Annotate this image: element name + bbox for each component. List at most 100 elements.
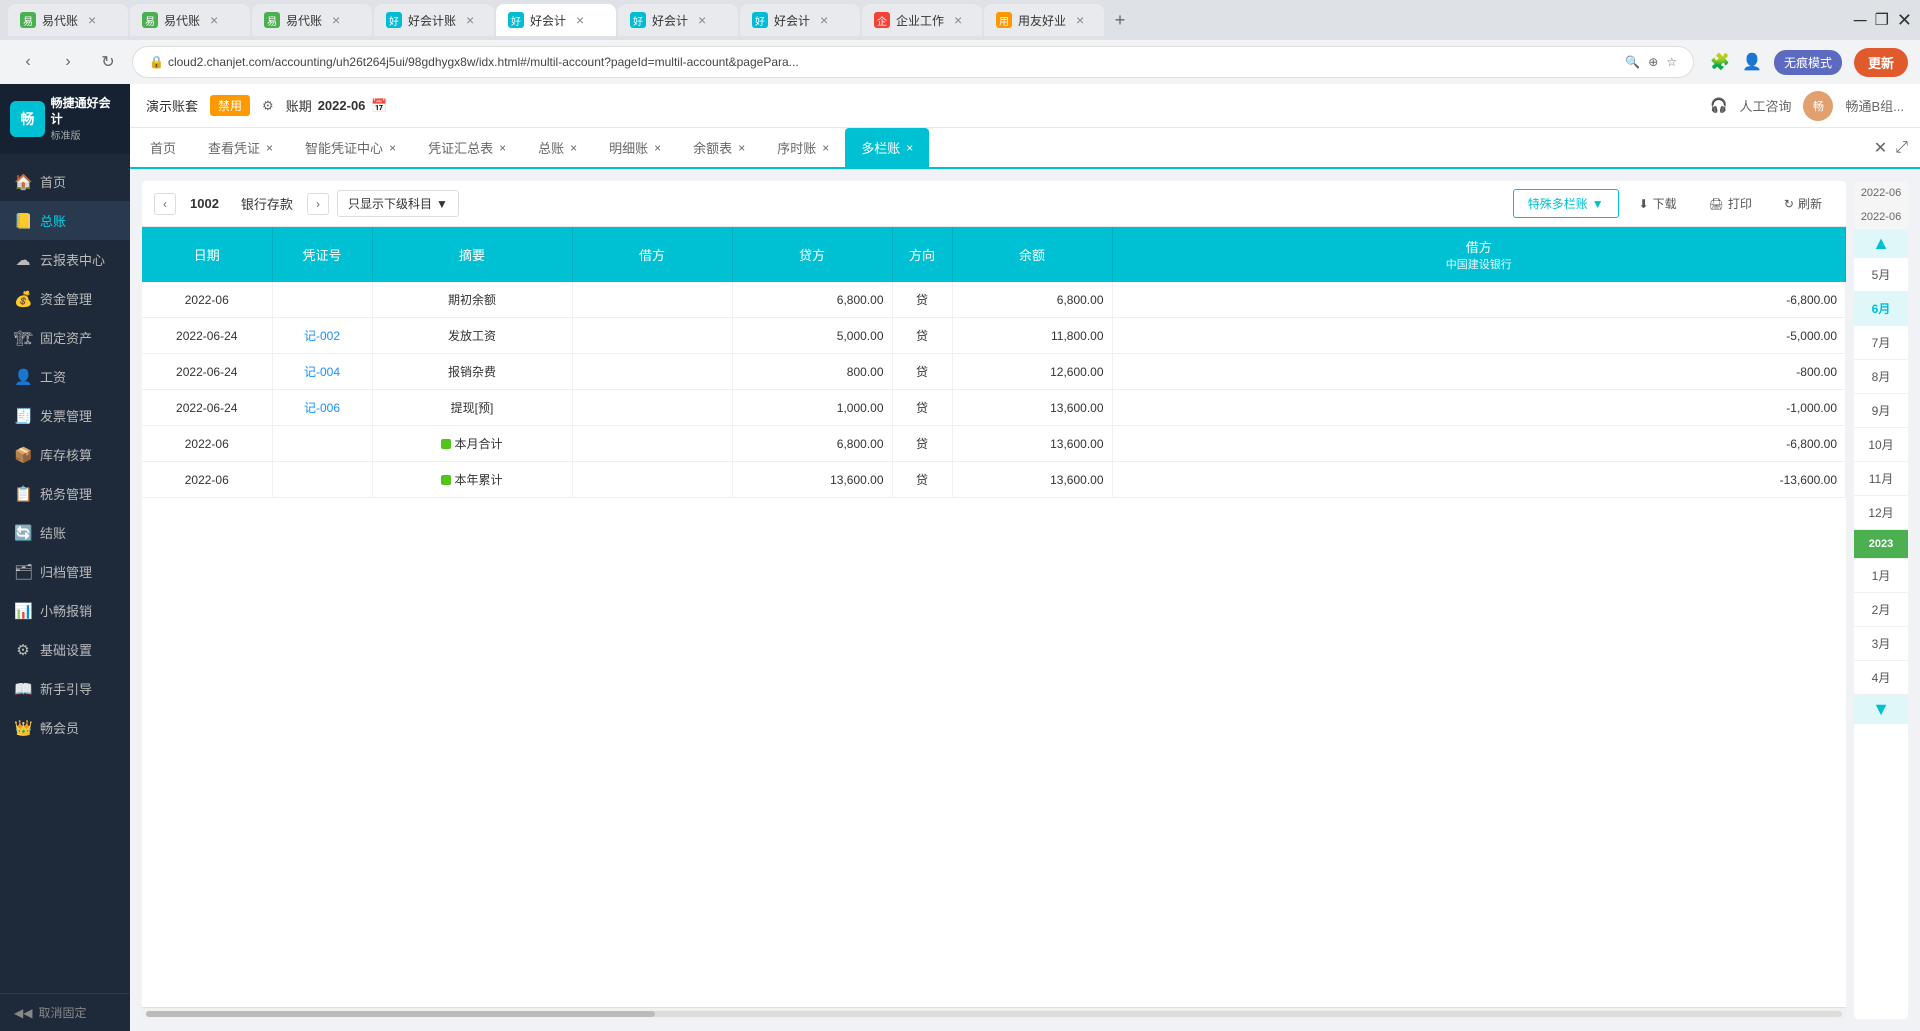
calendar-year-2023[interactable]: 2023 — [1854, 530, 1908, 559]
sidebar-item-home[interactable]: 🏠 首页 — [0, 162, 130, 201]
restore-icon[interactable]: ❐ — [1875, 10, 1889, 30]
forward-button[interactable]: › — [52, 46, 84, 78]
page-tab-view-voucher[interactable]: 查看凭证 × — [192, 128, 289, 169]
prev-account-button[interactable]: ‹ — [154, 193, 176, 215]
page-tab-multicolumn[interactable]: 多栏账 × — [845, 128, 929, 169]
calendar-month-12[interactable]: 12月 — [1854, 496, 1908, 530]
tab-haohuiji-1[interactable]: 好 好会计账 × — [374, 4, 494, 36]
sidebar-item-cloud-reports[interactable]: ☁ 云报表中心 — [0, 240, 130, 279]
cell-credit: 1,000.00 — [732, 390, 892, 426]
tab-close-4[interactable]: × — [466, 12, 474, 28]
tab-haohuiji-4[interactable]: 好 好会计 × — [740, 4, 860, 36]
sidebar-item-fixed-assets[interactable]: 🏗 固定资产 — [0, 318, 130, 357]
tab-close-6[interactable]: × — [698, 12, 706, 28]
update-button[interactable]: 更新 — [1854, 48, 1908, 77]
account-tag[interactable]: 禁用 — [210, 95, 250, 116]
minimize-icon[interactable]: ─ — [1854, 10, 1867, 31]
tab-close-multicolumn[interactable]: × — [906, 141, 913, 155]
extensions-icon[interactable]: 🧩 — [1710, 52, 1730, 72]
sidebar-item-closing[interactable]: 🔄 结账 — [0, 513, 130, 552]
calendar-month-2[interactable]: 2月 — [1854, 593, 1908, 627]
page-tab-general-ledger[interactable]: 总账 × — [522, 128, 593, 169]
mode-button[interactable]: 无痕模式 — [1774, 50, 1842, 75]
sidebar-item-expense[interactable]: 📊 小畅报销 — [0, 591, 130, 630]
print-button[interactable]: 🖨 打印 — [1697, 190, 1764, 217]
gear-button[interactable]: ⚙ — [262, 98, 274, 114]
calendar-month-7[interactable]: 7月 — [1854, 326, 1908, 360]
back-button[interactable]: ‹ — [12, 46, 44, 78]
tab-label-4: 好会计账 — [408, 12, 456, 29]
tab-add-button[interactable]: + — [1106, 6, 1134, 34]
tab-close-8[interactable]: × — [954, 12, 962, 28]
sidebar-item-payroll[interactable]: 👤 工资 — [0, 357, 130, 396]
tab-close-3[interactable]: × — [332, 12, 340, 28]
page-tab-balance[interactable]: 余额表 × — [677, 128, 761, 169]
star-icon[interactable]: ☆ — [1666, 55, 1677, 69]
sidebar-item-inventory[interactable]: 📦 库存核算 — [0, 435, 130, 474]
tab-close-summary[interactable]: × — [499, 141, 506, 155]
page-tab-journal[interactable]: 序时账 × — [761, 128, 845, 169]
tab-yidaizhang-3[interactable]: 易 易代账 × — [252, 4, 372, 36]
sidebar-item-membership[interactable]: 👑 畅会员 — [0, 708, 130, 747]
calendar-month-5[interactable]: 5月 — [1854, 258, 1908, 292]
tab-close-1[interactable]: × — [88, 12, 96, 28]
calendar-month-11[interactable]: 11月 — [1854, 462, 1908, 496]
tab-close-smart[interactable]: × — [389, 141, 396, 155]
calendar-month-9[interactable]: 9月 — [1854, 394, 1908, 428]
close-icon[interactable]: ✕ — [1897, 10, 1912, 31]
tab-yidaizhang-1[interactable]: 易 易代账 × — [8, 4, 128, 36]
calendar-scroll-up[interactable]: ▲ — [1854, 229, 1908, 258]
show-sub-dropdown[interactable]: 只显示下级科目 ▼ — [337, 190, 459, 217]
calendar-icon[interactable]: 📅 — [371, 98, 387, 114]
profile-icon[interactable]: 👤 — [1742, 52, 1762, 72]
calendar-month-4[interactable]: 4月 — [1854, 661, 1908, 695]
tab-close-detail[interactable]: × — [654, 141, 661, 155]
calendar-month-8[interactable]: 8月 — [1854, 360, 1908, 394]
calendar-month-1[interactable]: 1月 — [1854, 559, 1908, 593]
page-tab-detail-ledger[interactable]: 明细账 × — [593, 128, 677, 169]
page-tab-voucher-summary[interactable]: 凭证汇总表 × — [412, 128, 522, 169]
tab-close-general[interactable]: × — [570, 141, 577, 155]
sidebar-item-archive[interactable]: 🗂 归档管理 — [0, 552, 130, 591]
horizontal-scrollbar[interactable] — [142, 1007, 1846, 1019]
tab-haohuiji-2[interactable]: 好 好会计 × — [496, 4, 616, 36]
tab-qiyegongzuo[interactable]: 企 企业工作 × — [862, 4, 982, 36]
consult-button[interactable]: 人工咨询 — [1739, 96, 1791, 115]
tab-yongyou[interactable]: 用 用友好业 × — [984, 4, 1104, 36]
expand-icon[interactable]: ⤢ — [1895, 139, 1908, 157]
tab-close-5[interactable]: × — [576, 12, 584, 28]
sidebar-item-guide[interactable]: 📖 新手引导 — [0, 669, 130, 708]
page-tab-smart-voucher[interactable]: 智能凭证中心 × — [289, 128, 412, 169]
tab-yidaizhang-2[interactable]: 易 易代账 × — [130, 4, 250, 36]
sidebar-unpin-button[interactable]: ◀◀ 取消固定 — [0, 993, 130, 1031]
tab-close-voucher[interactable]: × — [266, 141, 273, 155]
refresh-button[interactable]: ↻ 刷新 — [1772, 190, 1834, 217]
sidebar-item-invoices[interactable]: 🧾 发票管理 — [0, 396, 130, 435]
calendar-month-10[interactable]: 10月 — [1854, 428, 1908, 462]
refresh-label: 刷新 — [1798, 195, 1822, 212]
sidebar-item-funds[interactable]: 💰 资金管理 — [0, 279, 130, 318]
sidebar-item-tax[interactable]: 📋 税务管理 — [0, 474, 130, 513]
tab-close-2[interactable]: × — [210, 12, 218, 28]
address-input[interactable]: 🔒 cloud2.chanjet.com/accounting/uh26t264… — [132, 46, 1694, 78]
scroll-thumb[interactable] — [146, 1011, 655, 1017]
next-account-button[interactable]: › — [307, 193, 329, 215]
special-multicolumn-button[interactable]: 特殊多栏账 ▼ — [1513, 189, 1619, 218]
tab-close-9[interactable]: × — [1076, 12, 1084, 28]
reload-button[interactable]: ↻ — [92, 46, 124, 78]
sidebar-item-settings[interactable]: ⚙ 基础设置 — [0, 630, 130, 669]
tab-close-7[interactable]: × — [820, 12, 828, 28]
funds-icon: 💰 — [14, 290, 32, 308]
tab-close-journal[interactable]: × — [822, 141, 829, 155]
calendar-scroll-down[interactable]: ▼ — [1854, 695, 1908, 724]
search-icon[interactable]: 🔍 — [1625, 55, 1640, 69]
calendar-month-6[interactable]: 6月 — [1854, 292, 1908, 326]
extension-icon[interactable]: ⊕ — [1648, 55, 1658, 69]
tab-close-balance[interactable]: × — [738, 141, 745, 155]
page-tab-home[interactable]: 首页 — [134, 128, 192, 169]
calendar-month-3[interactable]: 3月 — [1854, 627, 1908, 661]
close-tab-icon[interactable]: ✕ — [1874, 138, 1887, 158]
tab-haohuiji-3[interactable]: 好 好会计 × — [618, 4, 738, 36]
download-button[interactable]: ⬇ 下载 — [1627, 190, 1689, 217]
sidebar-item-ledger[interactable]: 📒 总账 — [0, 201, 130, 240]
